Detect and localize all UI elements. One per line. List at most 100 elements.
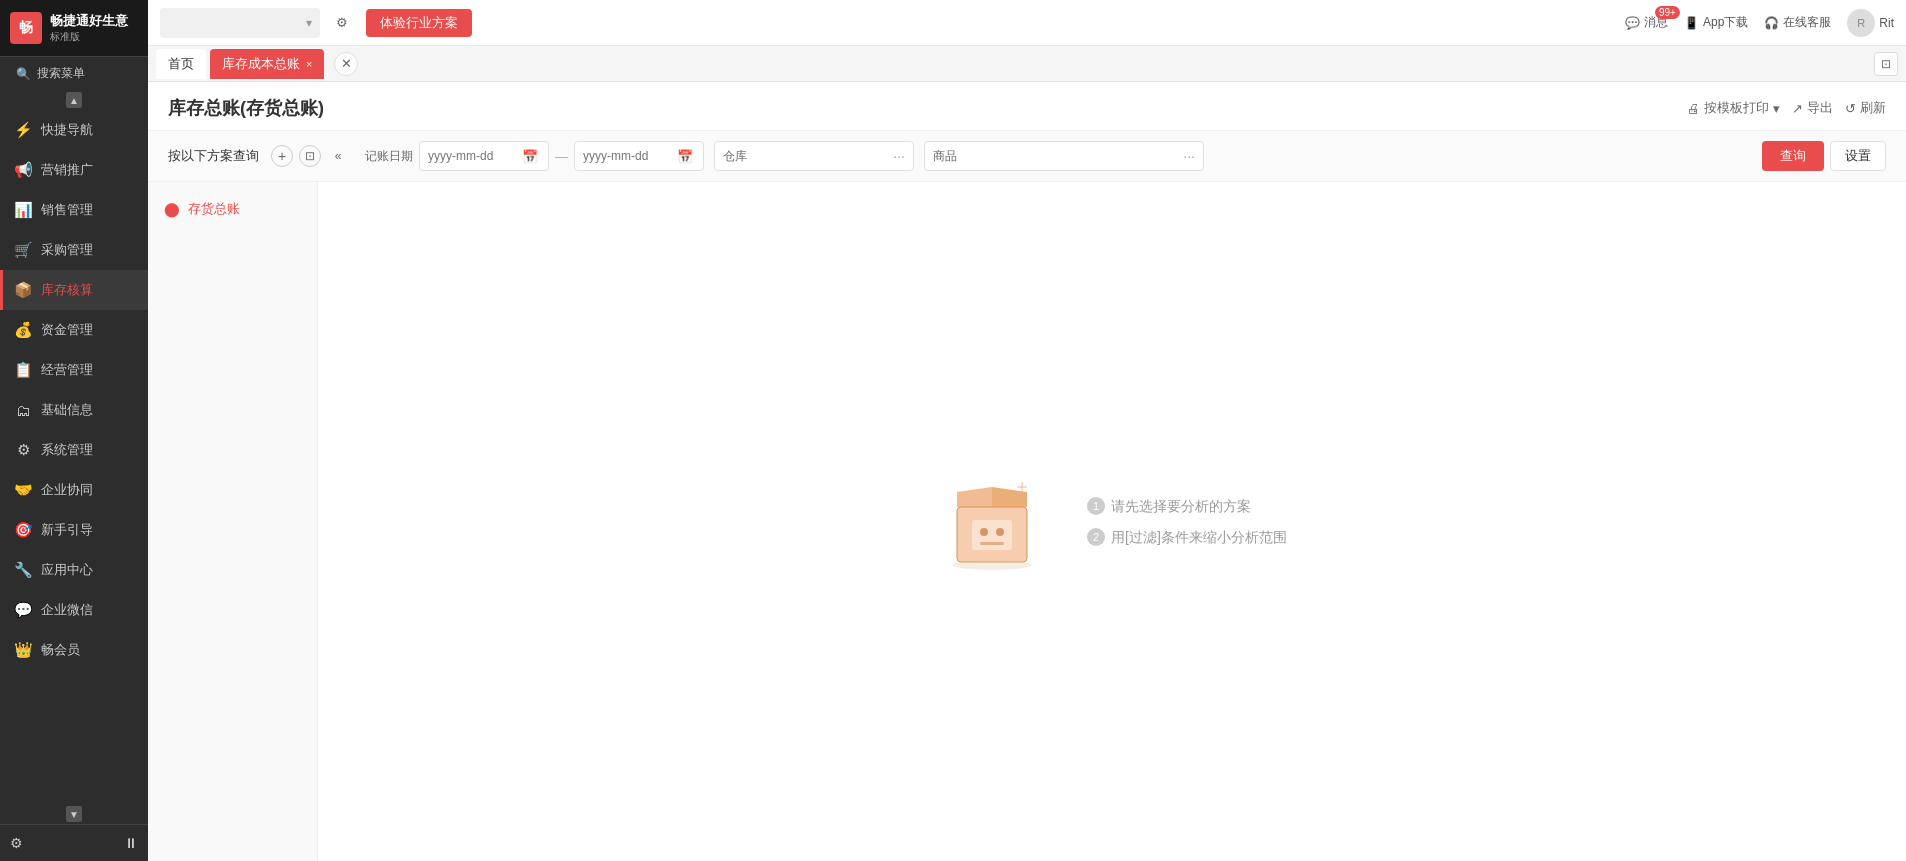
date-start-input[interactable] xyxy=(428,149,518,163)
tabbar-right: ⊡ xyxy=(1874,52,1898,76)
logo-icon: 畅 xyxy=(10,12,42,44)
sidebar-item-label-operation: 经营管理 xyxy=(41,361,93,379)
topbar-promo-button[interactable]: 体验行业方案 xyxy=(366,9,472,37)
export-btn[interactable]: ↗ 导出 xyxy=(1792,99,1833,117)
sales-icon: 📊 xyxy=(13,200,33,220)
sidebar-bottom: ⚙ ⏸ xyxy=(0,824,148,861)
nav-placeholder-text xyxy=(168,15,212,30)
operation-icon: 📋 xyxy=(13,360,33,380)
sidebar-item-label-marketing: 营销推广 xyxy=(41,161,93,179)
member-icon: 👑 xyxy=(13,640,33,660)
sidebar-menu: ⚡ 快捷导航 📢 营销推广 📊 销售管理 🛒 采购管理 📦 库存核算 💰 资金管… xyxy=(0,110,148,804)
scroll-down-btn[interactable]: ▼ xyxy=(66,806,82,822)
sidebar-search-item[interactable]: 🔍 搜索菜单 xyxy=(0,57,148,90)
topbar-gear-button[interactable]: ⚙ xyxy=(328,9,356,37)
filter-scheme-btn[interactable]: ⊡ xyxy=(299,145,321,167)
marketing-icon: 📢 xyxy=(13,160,33,180)
product-select[interactable]: 商品 ··· xyxy=(924,141,1204,171)
empty-hint-2: 2 用[过滤]条件来缩小分析范围 xyxy=(1087,522,1287,553)
step-1-num: 1 xyxy=(1087,497,1105,515)
sidebar-search-label: 搜索菜单 xyxy=(37,65,85,82)
sidebar-item-label-inventory: 库存核算 xyxy=(41,281,93,299)
tab-close-icon[interactable]: × xyxy=(306,58,312,70)
filter-action-btns: 查询 设置 xyxy=(1762,141,1886,171)
sidebar-item-system[interactable]: ⚙ 系统管理 xyxy=(0,430,148,470)
newbie-icon: 🎯 xyxy=(13,520,33,540)
enterprise-icon: 🤝 xyxy=(13,480,33,500)
sidebar-item-purchase[interactable]: 🛒 采购管理 xyxy=(0,230,148,270)
svg-marker-1 xyxy=(957,487,992,507)
tab-panel-close-btn[interactable]: ✕ xyxy=(334,52,358,76)
empty-hint-1-label: 请先选择要分析的方案 xyxy=(1111,491,1251,522)
svg-point-5 xyxy=(980,528,988,536)
sidebar-item-newbie[interactable]: 🎯 新手引导 xyxy=(0,510,148,550)
warehouse-select[interactable]: 仓库 ··· xyxy=(714,141,914,171)
date-filter-group: 记账日期 📅 — 📅 xyxy=(365,141,704,171)
sidebar-item-label-system: 系统管理 xyxy=(41,441,93,459)
sidebar-item-inventory[interactable]: 📦 库存核算 xyxy=(0,270,148,310)
topbar-app-download-btn[interactable]: 📱 App下载 xyxy=(1684,14,1748,31)
page-title: 库存总账(存货总账) xyxy=(168,96,324,120)
content-area: ⬤ 存货总账 xyxy=(148,182,1906,861)
svg-rect-4 xyxy=(972,520,1012,550)
quick-nav-icon: ⚡ xyxy=(13,120,33,140)
print-template-label: 按模板打印 xyxy=(1704,99,1769,117)
date-start-input-wrap[interactable]: 📅 xyxy=(419,141,549,171)
empty-content: 1 请先选择要分析的方案 2 用[过滤]条件来缩小分析范围 xyxy=(937,472,1287,572)
scroll-up-btn[interactable]: ▲ xyxy=(66,92,82,108)
print-template-btn[interactable]: 🖨 按模板打印 ▾ xyxy=(1687,99,1780,117)
basic-icon: 🗂 xyxy=(13,400,33,420)
nav-arrow-icon: ▾ xyxy=(306,16,312,30)
sidebar-item-finance[interactable]: 💰 资金管理 xyxy=(0,310,148,350)
svg-rect-7 xyxy=(980,542,1004,545)
sidebar-logo: 畅 畅捷通好生意 标准版 xyxy=(0,0,148,57)
warehouse-filter-group: 仓库 ··· xyxy=(714,141,914,171)
main-area: ▾ ⚙ 体验行业方案 💬 消息 99+ 📱 App下载 🎧 在线客服 R xyxy=(148,0,1906,861)
empty-state-area: 1 请先选择要分析的方案 2 用[过滤]条件来缩小分析范围 xyxy=(318,182,1906,861)
sidebar-item-operation[interactable]: 📋 经营管理 xyxy=(0,350,148,390)
tab-expand-icon[interactable]: ⊡ xyxy=(1874,52,1898,76)
scheme-item-icon: ⬤ xyxy=(164,201,180,217)
sidebar-item-quick-nav[interactable]: ⚡ 快捷导航 xyxy=(0,110,148,150)
collapse-icon[interactable]: ⏸ xyxy=(124,835,138,851)
date-separator: — xyxy=(555,149,568,164)
sidebar-item-sales[interactable]: 📊 销售管理 xyxy=(0,190,148,230)
sidebar-item-label-sales: 销售管理 xyxy=(41,201,93,219)
sidebar-item-enterprise-wx[interactable]: 💬 企业微信 xyxy=(0,590,148,630)
sidebar-item-marketing[interactable]: 📢 营销推广 xyxy=(0,150,148,190)
tab-home[interactable]: 首页 xyxy=(156,49,206,79)
topbar-user-btn[interactable]: R Rit xyxy=(1847,9,1894,37)
topbar-online-service-btn[interactable]: 🎧 在线客服 xyxy=(1764,14,1831,31)
sidebar-item-label-quick-nav: 快捷导航 xyxy=(41,121,93,139)
sidebar-item-label-basic: 基础信息 xyxy=(41,401,93,419)
topbar-nav-dropdown[interactable]: ▾ xyxy=(160,8,320,38)
refresh-btn[interactable]: ↺ 刷新 xyxy=(1845,99,1886,117)
empty-hint-2-label: 用[过滤]条件来缩小分析范围 xyxy=(1111,522,1287,553)
sidebar-item-app-center[interactable]: 🔧 应用中心 xyxy=(0,550,148,590)
sidebar-item-enterprise[interactable]: 🤝 企业协同 xyxy=(0,470,148,510)
settings-button[interactable]: 设置 xyxy=(1830,141,1886,171)
filter-collapse-btn[interactable]: « xyxy=(327,145,349,167)
sidebar-item-member[interactable]: 👑 畅会员 xyxy=(0,630,148,670)
brand-name: 畅捷通好生意 xyxy=(50,13,128,30)
product-more-icon: ··· xyxy=(1183,148,1195,164)
tab-home-label: 首页 xyxy=(168,55,194,73)
avatar-placeholder: R xyxy=(1857,17,1865,29)
tab-inventory-ledger[interactable]: 库存成本总账 × xyxy=(210,49,324,79)
user-avatar: R xyxy=(1847,9,1875,37)
purchase-icon: 🛒 xyxy=(13,240,33,260)
calendar-end-icon[interactable]: 📅 xyxy=(677,149,693,164)
settings-icon[interactable]: ⚙ xyxy=(10,835,23,851)
query-button[interactable]: 查询 xyxy=(1762,141,1824,171)
topbar-right: 💬 消息 99+ 📱 App下载 🎧 在线客服 R Rit xyxy=(1625,9,1894,37)
date-filter-label: 记账日期 xyxy=(365,148,413,165)
date-end-input[interactable] xyxy=(583,149,673,163)
scheme-item-inventory-ledger[interactable]: ⬤ 存货总账 xyxy=(148,192,317,226)
date-end-input-wrap[interactable]: 📅 xyxy=(574,141,704,171)
sidebar: 畅 畅捷通好生意 标准版 🔍 搜索菜单 ▲ ⚡ 快捷导航 📢 营销推广 📊 销售… xyxy=(0,0,148,861)
calendar-start-icon[interactable]: 📅 xyxy=(522,149,538,164)
filter-add-btn[interactable]: + xyxy=(271,145,293,167)
sidebar-item-basic[interactable]: 🗂 基础信息 xyxy=(0,390,148,430)
topbar-message-btn[interactable]: 💬 消息 99+ xyxy=(1625,14,1668,31)
inventory-icon: 📦 xyxy=(13,280,33,300)
